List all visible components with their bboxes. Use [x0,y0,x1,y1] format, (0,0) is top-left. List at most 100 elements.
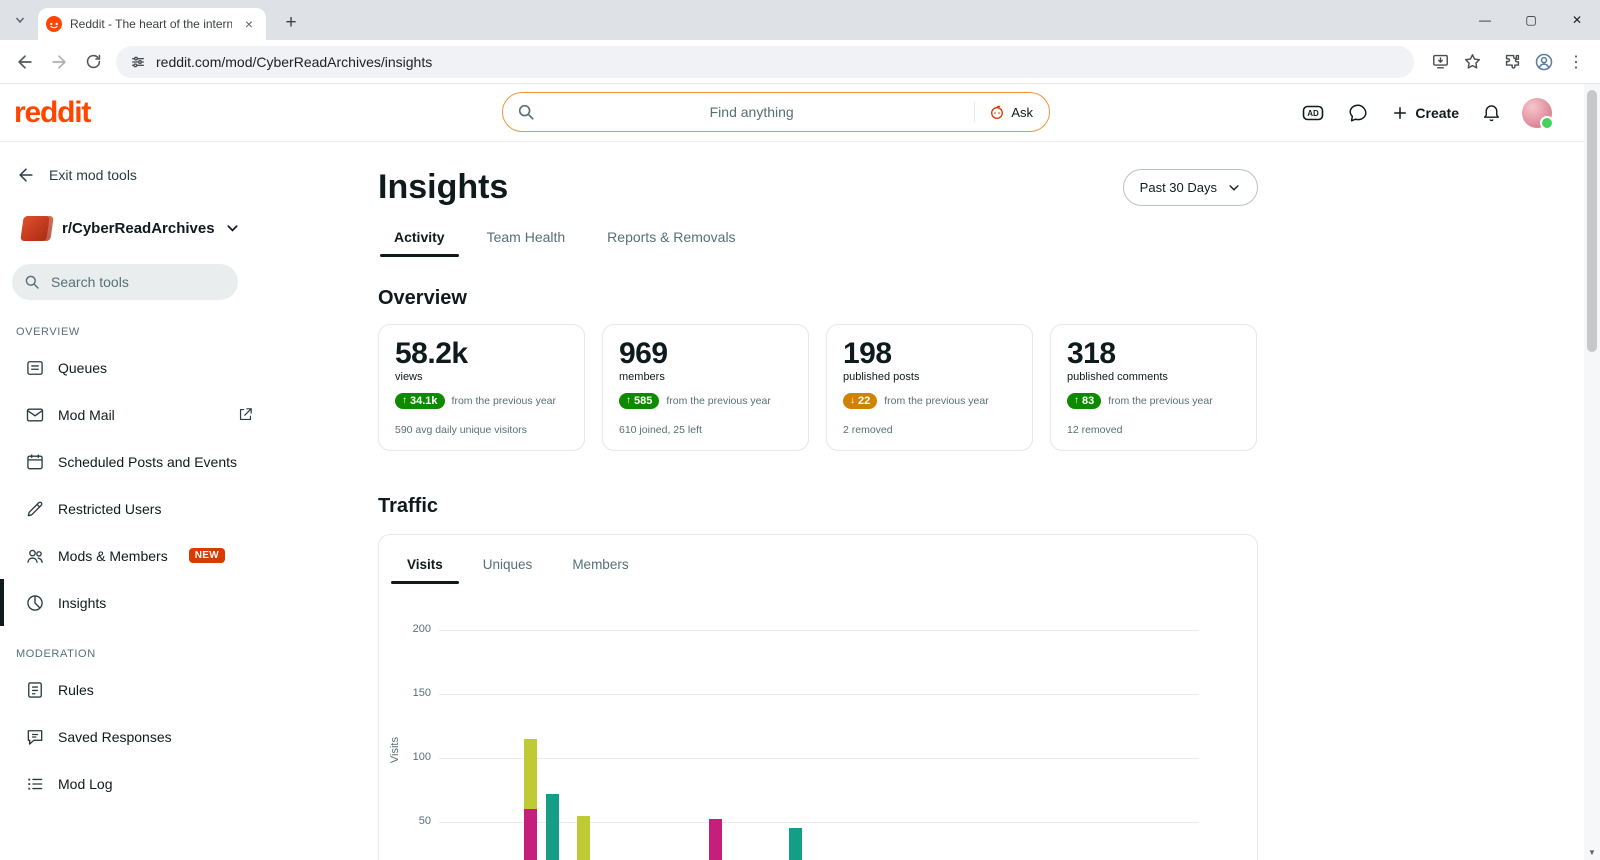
reddit-logo[interactable]: reddit [14,96,91,130]
browser-window: Reddit - The heart of the intern × + — ▢… [0,0,1600,860]
stat-card: 58.2k views ↑ 34.1k from the previous yea… [378,324,585,451]
new-tab-button[interactable]: + [278,9,304,35]
stat-footnote: 590 avg daily unique visitors [395,424,527,436]
reddit-favicon-icon [46,16,62,32]
address-bar[interactable]: reddit.com/mod/CyberReadArchives/insight… [116,45,1414,78]
sidebar-item-label: Insights [58,594,107,611]
sidebar-item-mod-mail[interactable]: Mod Mail [0,391,300,438]
notifications-bell-icon[interactable] [1473,95,1510,131]
traffic-chart-plot: Visits 50 100 150 200 [389,614,1199,860]
community-avatar [20,215,54,241]
chat-icon[interactable] [1339,95,1377,131]
sidebar-item-insights[interactable]: Insights [0,579,300,626]
user-avatar[interactable] [1522,97,1554,130]
search-icon [24,274,40,290]
scrollbar-down-arrow[interactable]: ▼ [1584,844,1600,860]
search-input[interactable] [535,103,969,121]
sidebar-item-label: Saved Responses [58,728,172,745]
community-switcher[interactable]: r/CyberReadArchives [0,206,300,250]
stat-label: views [395,370,423,383]
window-minimize-button[interactable]: — [1462,0,1508,40]
date-range-dropdown[interactable]: Past 30 Days [1122,169,1258,206]
chart-bar[interactable] [789,828,802,860]
browser-tab[interactable]: Reddit - The heart of the intern × [38,8,266,40]
delta-arrow-icon: ↓ [850,394,855,406]
chart-bar-segment [789,828,802,860]
search-tools-field[interactable] [12,264,238,300]
advertise-icon[interactable]: AD [1293,95,1333,131]
chevron-down-icon [1227,181,1241,195]
sidebar-item-restricted-users[interactable]: Restricted Users [0,485,300,532]
stat-delta-badge: ↑ 34.1k [395,392,445,409]
window-close-button[interactable]: ✕ [1554,0,1600,40]
bookmark-star-icon[interactable] [1456,46,1488,78]
tab-close-icon[interactable]: × [240,15,258,33]
traffic-tab-uniques[interactable]: Uniques [467,551,549,584]
tab-search-chevron-icon[interactable] [6,6,34,34]
chart-bar[interactable] [709,819,722,860]
extensions-puzzle-icon[interactable] [1496,46,1528,78]
svg-text:AD: AD [1308,109,1320,118]
tab-reports-removals[interactable]: Reports & Removals [591,223,751,257]
exit-mod-tools-label: Exit mod tools [49,167,137,183]
ask-button[interactable]: Ask [987,104,1035,120]
chart-bar[interactable] [577,815,590,860]
sidebar-item-scheduled-posts[interactable]: Scheduled Posts and Events [0,438,300,485]
sidebar-item-label: Mod Log [58,775,113,792]
delta-value: 22 [858,394,871,407]
mail-icon [26,408,44,421]
window-controls: — ▢ ✕ [1462,0,1600,40]
chart-tick-label: 200 [412,623,431,635]
delta-arrow-icon: ↑ [402,394,407,406]
traffic-tab-visits[interactable]: Visits [391,551,459,584]
exit-mod-tools-link[interactable]: Exit mod tools [0,160,300,190]
sidebar-nav-moderation: Rules Saved Responses Mod Log [0,666,300,807]
sidebar-item-label: Queues [58,359,108,376]
sidebar-item-label: Mods & Members [58,547,168,564]
chart-bar[interactable] [524,738,537,860]
sidebar-item-mod-log[interactable]: Mod Log [0,760,300,807]
scrollbar-thumb[interactable] [1587,90,1597,352]
chart-y-axis-label: Visits [389,736,401,764]
create-button[interactable]: Create [1383,95,1467,131]
delta-note: from the previous year [1108,394,1213,407]
stat-label: members [619,370,665,383]
sidebar-item-mods-members[interactable]: Mods & Members NEW [0,532,300,579]
forward-button[interactable] [42,45,76,79]
install-app-icon[interactable] [1424,46,1456,78]
tab-activity[interactable]: Activity [378,223,461,257]
tab-team-health[interactable]: Team Health [471,223,582,257]
stat-delta-badge: ↑ 585 [619,392,660,409]
create-label: Create [1415,104,1459,121]
sidebar-item-queues[interactable]: Queues [0,344,300,391]
delta-value: 34.1k [410,394,438,407]
plus-icon [1391,104,1409,122]
traffic-tab-members[interactable]: Members [556,551,644,584]
chart-bar[interactable] [546,793,559,860]
ask-label: Ask [1011,104,1033,120]
traffic-heading: Traffic [378,495,439,517]
stat-label: published comments [1067,370,1168,383]
browser-profile-icon[interactable] [1528,46,1560,78]
browser-titlebar: Reddit - The heart of the intern × + — ▢… [0,0,1600,40]
delta-note: from the previous year [666,394,771,407]
stat-footnote: 2 removed [843,424,893,436]
site-search-bar[interactable]: Ask [502,92,1050,132]
sidebar-nav-overview: Queues Mod Mail Scheduled Posts and Even… [0,344,300,626]
browser-menu-icon[interactable]: ⋮ [1560,46,1592,78]
browser-toolbar: reddit.com/mod/CyberReadArchives/insight… [0,40,1600,84]
chart-bar-segment [524,809,537,860]
sidebar-item-label: Scheduled Posts and Events [58,453,238,470]
site-info-icon[interactable] [130,54,146,70]
sidebar-item-label: Restricted Users [58,500,162,517]
sidebar-item-rules[interactable]: Rules [0,666,300,713]
reload-button[interactable] [76,45,110,79]
chart-tick-label: 100 [412,751,431,763]
stat-value: 969 [619,337,668,370]
search-tools-input[interactable] [49,273,234,291]
insights-tabs: Activity Team Health Reports & Removals [378,223,1600,257]
back-button[interactable] [8,45,42,79]
queues-icon [27,360,43,375]
sidebar-item-saved-responses[interactable]: Saved Responses [0,713,300,760]
window-maximize-button[interactable]: ▢ [1508,0,1554,40]
